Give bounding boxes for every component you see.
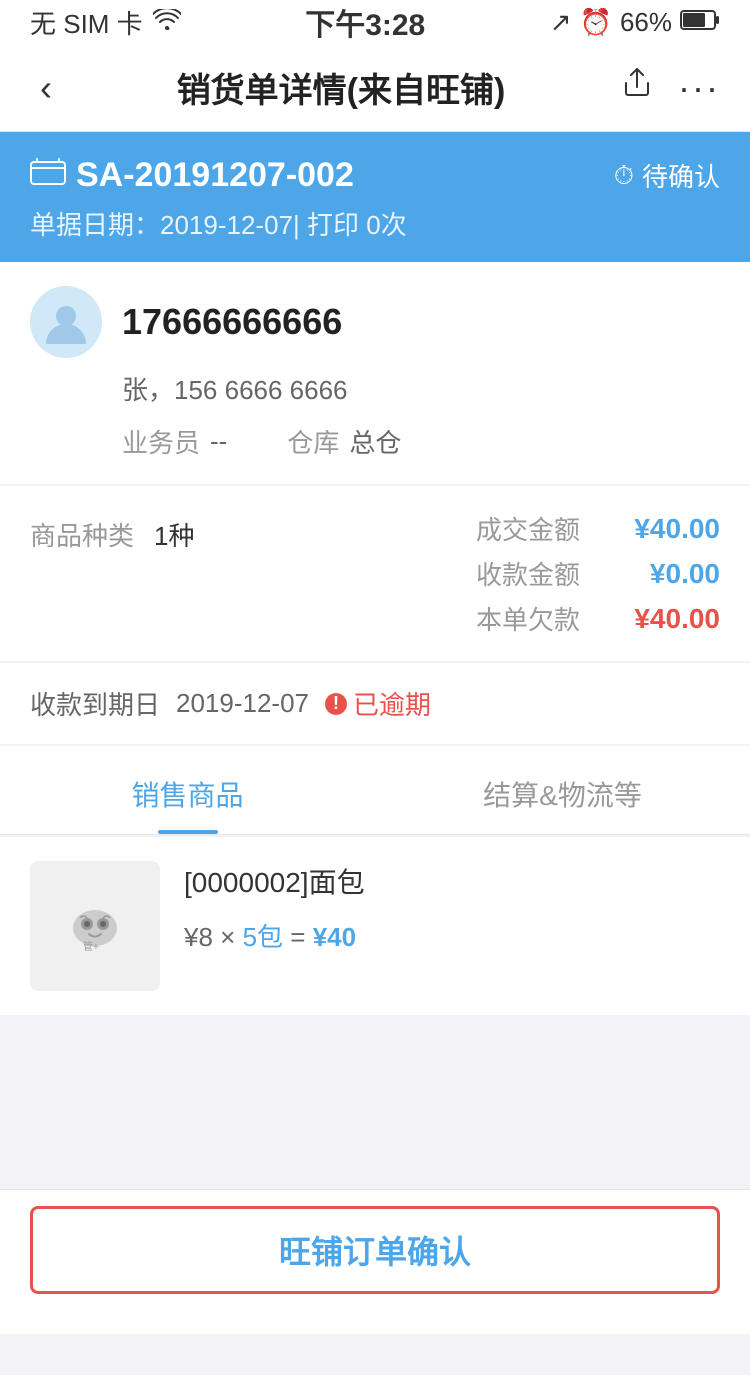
- summary-section: 商品种类 1种 成交金额 ¥40.00 收款金额 ¥0.00 本单欠款 ¥40.…: [0, 486, 750, 661]
- confirm-button[interactable]: 旺铺订单确认: [30, 1206, 720, 1294]
- wifi-icon: [153, 7, 181, 38]
- product-qty: 5包: [243, 922, 283, 952]
- due-label: 收款到期日: [30, 685, 160, 722]
- customer-avatar: [30, 286, 102, 358]
- order-header: SA-20191207-002 ⏱ 待确认 单据日期：2019-12-07| 打…: [0, 132, 750, 262]
- svg-text:管+: 管+: [83, 940, 99, 953]
- product-section: 管+ [0000002]面包 ¥8 × 5包 = ¥40: [0, 837, 750, 1015]
- due-date: 2019-12-07: [176, 688, 309, 719]
- customer-phone: 17666666666: [122, 301, 342, 343]
- order-date: 单据日期：2019-12-07| 打印 0次: [30, 205, 720, 242]
- more-icon[interactable]: ···: [678, 67, 720, 109]
- product-total: ¥40: [313, 922, 356, 952]
- battery-text: 66%: [620, 7, 672, 38]
- status-right: ↗ ⏰ 66%: [550, 7, 720, 38]
- product-equals: =: [290, 922, 312, 952]
- product-multiply: ×: [220, 922, 242, 952]
- bottom-bar: 旺铺订单确认: [0, 1189, 750, 1334]
- order-id-row: SA-20191207-002 ⏱ 待确认: [30, 156, 720, 195]
- amount-row-0: 成交金额 ¥40.00: [460, 510, 720, 547]
- product-info: [0000002]面包 ¥8 × 5包 = ¥40: [184, 861, 720, 954]
- tab-sales[interactable]: 销售商品: [0, 746, 375, 834]
- customer-meta: 业务员 -- 仓库 总仓: [122, 423, 720, 460]
- product-name: [0000002]面包: [184, 861, 720, 901]
- customer-name: 张，156 6666 6666: [122, 370, 720, 407]
- amount-row-2: 本单欠款 ¥40.00: [460, 600, 720, 637]
- order-icon: [30, 156, 66, 195]
- nav-bar: ‹ 销货单详情(来自旺铺) ···: [0, 44, 750, 132]
- order-status: ⏱ 待确认: [614, 157, 720, 194]
- customer-section: 17666666666 张，156 6666 6666 业务员 -- 仓库 总仓: [0, 262, 750, 484]
- empty-space: [0, 1015, 750, 1215]
- status-carrier: 无 SIM 卡: [30, 4, 181, 41]
- alarm-icon: ⏰: [580, 7, 612, 38]
- share-icon[interactable]: [620, 66, 654, 109]
- overdue-dot: !: [325, 693, 347, 715]
- carrier-text: 无 SIM 卡: [30, 4, 143, 41]
- salesman-meta: 业务员 --: [122, 423, 227, 460]
- tabs-row: 销售商品 结算&物流等: [0, 746, 750, 835]
- warehouse-meta: 仓库 总仓: [287, 423, 401, 460]
- product-price-row: ¥8 × 5包 = ¥40: [184, 917, 720, 954]
- clock-icon: ⏱: [614, 160, 634, 192]
- status-bar: 无 SIM 卡 下午3:28 ↗ ⏰ 66%: [0, 0, 750, 44]
- amount-row-1: 收款金额 ¥0.00: [460, 555, 720, 592]
- overdue-text: 已逾期: [353, 685, 431, 722]
- location-icon: ↗: [550, 7, 572, 38]
- product-price: ¥8: [184, 922, 213, 952]
- summary-left: 商品种类 1种: [30, 510, 194, 553]
- due-section: 收款到期日 2019-12-07 ! 已逾期: [0, 663, 750, 744]
- nav-actions: ···: [620, 66, 720, 109]
- tabs-section: 销售商品 结算&物流等: [0, 746, 750, 835]
- product-thumbnail: 管+: [30, 861, 160, 991]
- status-time: 下午3:28: [305, 0, 425, 44]
- summary-right: 成交金额 ¥40.00 收款金额 ¥0.00 本单欠款 ¥40.00: [460, 510, 720, 637]
- order-id: SA-20191207-002: [30, 156, 354, 195]
- battery-icon: [680, 7, 720, 38]
- page-title: 销货单详情(来自旺铺): [177, 63, 506, 112]
- overdue-badge: ! 已逾期: [325, 685, 431, 722]
- customer-row: 17666666666: [30, 286, 720, 358]
- back-button[interactable]: ‹: [30, 57, 62, 119]
- tab-settlement[interactable]: 结算&物流等: [375, 746, 750, 834]
